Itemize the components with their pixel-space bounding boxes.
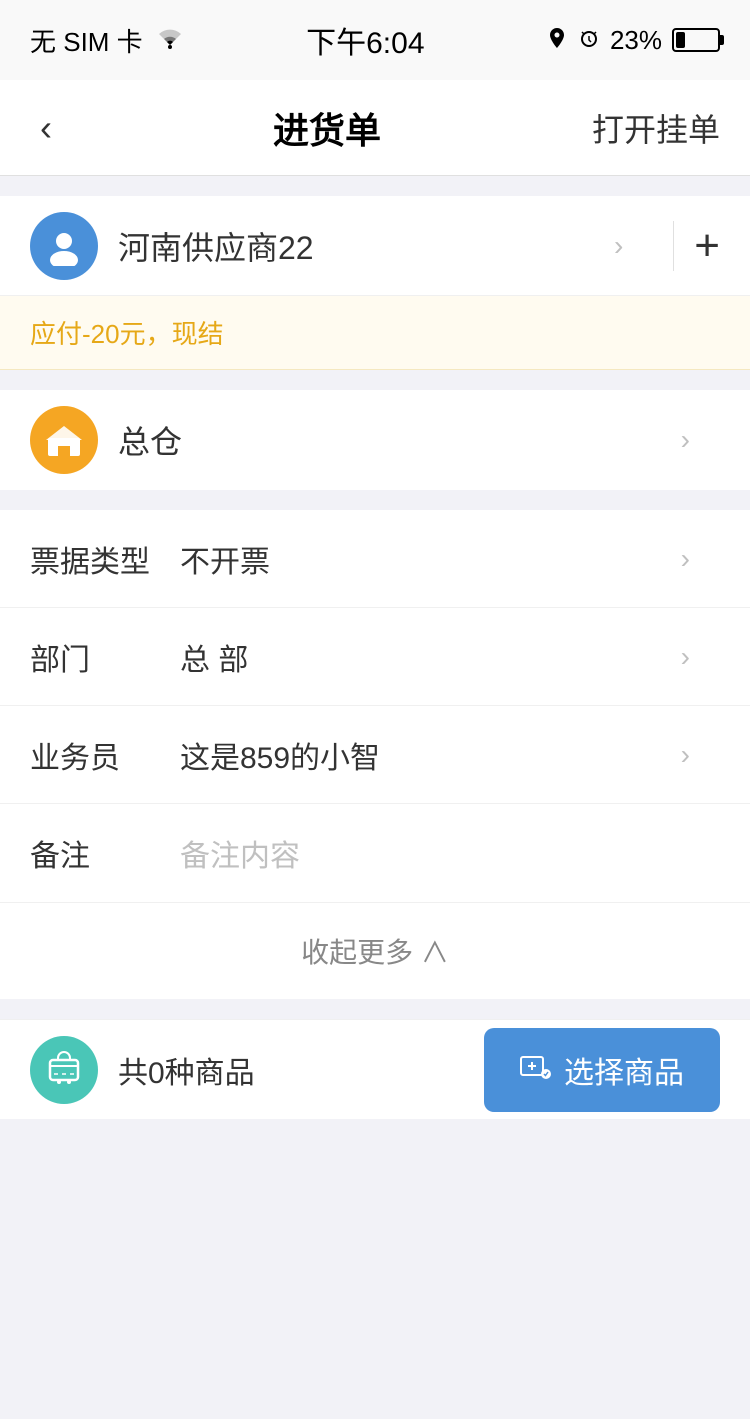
add-supplier-button[interactable]: + bbox=[694, 224, 720, 268]
wifi-icon bbox=[155, 25, 185, 56]
battery-percent: 23% bbox=[610, 25, 662, 56]
gap-4 bbox=[0, 999, 750, 1019]
collapse-label: 收起更多 ∧ bbox=[301, 937, 449, 968]
carrier-label: 无 SIM 卡 bbox=[30, 22, 143, 59]
select-icon bbox=[520, 1052, 552, 1088]
status-left: 无 SIM 卡 bbox=[30, 22, 185, 59]
warehouse-name: 总仓 bbox=[118, 417, 681, 463]
salesman-label: 业务员 bbox=[30, 733, 170, 777]
invoice-row[interactable]: 票据类型 不开票 › bbox=[0, 510, 750, 608]
content-below bbox=[0, 1119, 750, 1419]
gap-3 bbox=[0, 490, 750, 510]
remark-row[interactable]: 备注 备注内容 bbox=[0, 804, 750, 902]
dept-value: 总 部 bbox=[170, 635, 681, 679]
status-bar: 无 SIM 卡 下午6:04 23% bbox=[0, 0, 750, 80]
collapse-button[interactable]: 收起更多 ∧ bbox=[0, 902, 750, 999]
status-time: 下午6:04 bbox=[306, 18, 424, 62]
dept-label: 部门 bbox=[30, 635, 170, 679]
back-button[interactable]: ‹ bbox=[30, 97, 62, 159]
divider bbox=[673, 221, 674, 271]
salesman-chevron-icon: › bbox=[681, 739, 690, 771]
battery-icon bbox=[672, 28, 720, 52]
invoice-chevron-icon: › bbox=[681, 543, 690, 575]
remark-label: 备注 bbox=[30, 831, 170, 875]
salesman-row[interactable]: 业务员 这是859的小智 › bbox=[0, 706, 750, 804]
select-label: 选择商品 bbox=[564, 1048, 684, 1092]
invoice-label: 票据类型 bbox=[30, 537, 170, 581]
gap-1 bbox=[0, 176, 750, 196]
invoice-value: 不开票 bbox=[170, 537, 681, 581]
product-count: 共0种商品 bbox=[118, 1048, 484, 1092]
warehouse-icon bbox=[30, 406, 98, 474]
supplier-section: 河南供应商22 › + 应付-20元，现结 bbox=[0, 196, 750, 370]
notice-text: 应付-20元，现结 bbox=[30, 319, 224, 349]
bottom-bar: 共0种商品 选择商品 bbox=[0, 1019, 750, 1119]
supplier-avatar bbox=[30, 212, 98, 280]
supplier-chevron-icon: › bbox=[614, 230, 623, 262]
select-product-button[interactable]: 选择商品 bbox=[484, 1028, 720, 1112]
warehouse-section: 总仓 › bbox=[0, 390, 750, 490]
page-title: 进货单 bbox=[273, 102, 381, 154]
open-pending-button[interactable]: 打开挂单 bbox=[592, 105, 720, 151]
gap-2 bbox=[0, 370, 750, 390]
cart-icon bbox=[30, 1036, 98, 1104]
dept-chevron-icon: › bbox=[681, 641, 690, 673]
alarm-icon bbox=[578, 25, 600, 56]
form-section: 票据类型 不开票 › 部门 总 部 › 业务员 这是859的小智 › 备注 备注… bbox=[0, 510, 750, 902]
supplier-row[interactable]: 河南供应商22 › + bbox=[0, 196, 750, 296]
status-right: 23% bbox=[546, 25, 720, 56]
dept-row[interactable]: 部门 总 部 › bbox=[0, 608, 750, 706]
salesman-value: 这是859的小智 bbox=[170, 733, 681, 777]
warehouse-chevron-icon: › bbox=[681, 424, 690, 456]
supplier-name: 河南供应商22 bbox=[118, 223, 614, 269]
remark-input[interactable]: 备注内容 bbox=[170, 831, 720, 875]
warehouse-row[interactable]: 总仓 › bbox=[0, 390, 750, 490]
nav-bar: ‹ 进货单 打开挂单 bbox=[0, 80, 750, 176]
location-icon bbox=[546, 25, 568, 56]
notice-bar: 应付-20元，现结 bbox=[0, 296, 750, 370]
